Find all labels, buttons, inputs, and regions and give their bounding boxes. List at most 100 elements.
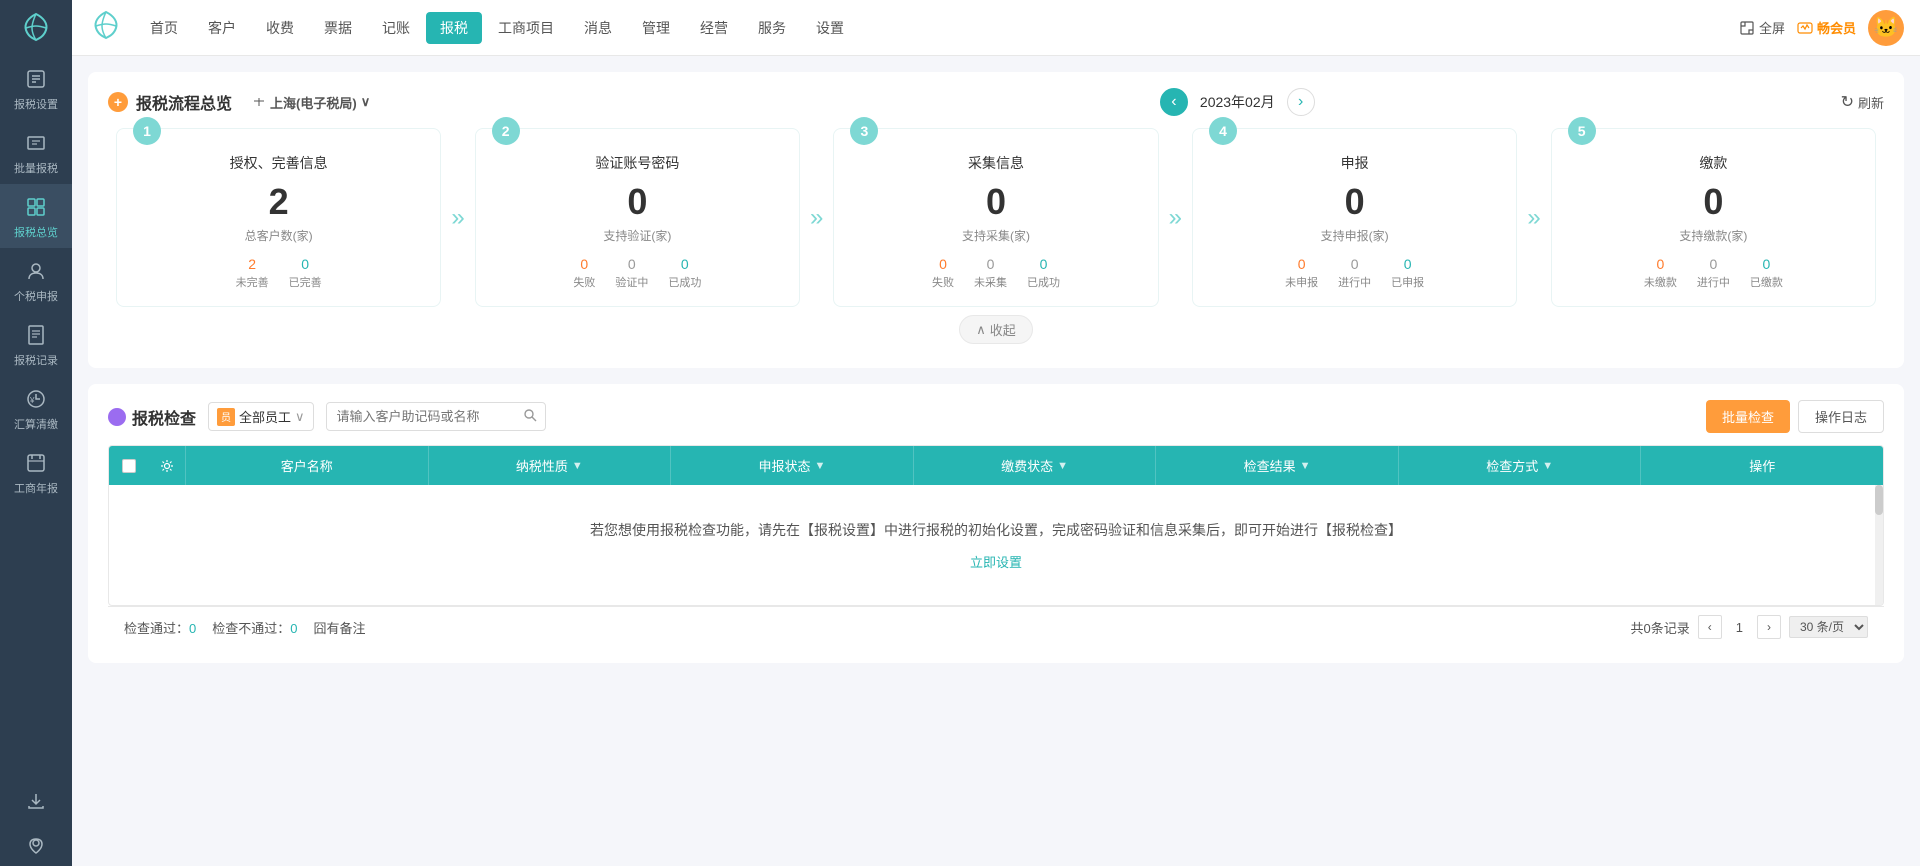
nav-item-message[interactable]: 消息 [570,12,626,44]
step-stats-5: 0 未缴款 0 进行中 0 已缴款 [1568,256,1859,290]
batch-check-button[interactable]: 批量检查 [1706,400,1790,433]
stat-label-1-1: 已完善 [289,274,322,290]
check-header: 报税检查 员 全部员工 ∨ 批量检 [108,400,1884,433]
step-card-2: 2 验证账号密码 0 支持验证(家) 0 失败 0 验证中 [475,128,800,307]
pass-count-label: 检查通过：0 [124,618,196,637]
fullscreen-label: 全屏 [1759,18,1785,37]
check-title-group: 报税检查 [108,405,196,429]
step-num-3: 3 [850,117,878,145]
stat-label-2-2: 已成功 [668,274,701,290]
search-button[interactable] [515,403,545,430]
sidebar-label-batch-tax: 批量报税 [14,160,58,176]
step-card-3: 3 采集信息 0 支持采集(家) 0 失败 0 未采集 [833,128,1158,307]
header-customer-name: 客户名称 [185,446,428,485]
location-tag[interactable]: 上海(电子税局) ∨ [252,93,370,112]
note-label: 囧有备注 [314,618,366,637]
search-input[interactable] [327,404,515,429]
operation-log-button[interactable]: 操作日志 [1798,400,1884,433]
step-stats-4: 0 未申报 0 进行中 0 已申报 [1209,256,1500,290]
table-header: 客户名称 纳税性质 ▼ 申报状态 ▼ 缴费状态 ▼ 检查 [109,446,1883,485]
sidebar-label-annual-settlement: 汇算清缴 [14,416,58,432]
filter-icon-declare: ▼ [815,460,826,472]
nav-item-fee[interactable]: 收费 [252,12,308,44]
sidebar-item-annual-report[interactable]: 工商年报 [0,440,72,504]
prev-page-button[interactable]: ‹ [1698,615,1722,639]
sidebar-label-individual-tax: 个税申报 [14,288,58,304]
staff-selector[interactable]: 员 全部员工 ∨ [208,402,314,431]
sidebar-item-download[interactable] [23,778,49,822]
content-area: + 报税流程总览 上海(电子税局) ∨ ‹ 2023年02月 [72,56,1920,866]
step-num-5: 5 [1568,117,1596,145]
step-stat-3-2: 0 已成功 [1027,256,1060,290]
filter-icon-tax-type: ▼ [572,460,583,472]
nav-item-tax[interactable]: 报税 [426,12,482,44]
total-records: 共0条记录 [1631,618,1690,637]
collapse-label: 收起 [990,320,1016,339]
fail-count-label: 检查不通过：0 [212,618,297,637]
step-card-4: 4 申报 0 支持申报(家) 0 未申报 0 进行中 [1192,128,1517,307]
sidebar-item-tax-settings[interactable]: 报税设置 [0,56,72,120]
stat-label-2-0: 失败 [573,274,595,290]
sidebar-label-annual-report: 工商年报 [14,480,58,496]
header-tax-type[interactable]: 纳税性质 ▼ [428,446,671,485]
sidebar-item-individual-tax[interactable]: 个税申报 [0,248,72,312]
sidebar-item-tax-record[interactable]: 报税记录 [0,312,72,376]
nav-item-customer[interactable]: 客户 [194,12,250,44]
tax-check-table: 客户名称 纳税性质 ▼ 申报状态 ▼ 缴费状态 ▼ 检查 [108,445,1884,606]
per-page-select[interactable]: 30 条/页 [1789,616,1868,638]
step-stat-5-2: 0 已缴款 [1750,256,1783,290]
user-avatar[interactable]: 🐱 [1868,10,1904,46]
prev-month-button[interactable]: ‹ [1160,88,1188,116]
nav-item-service[interactable]: 服务 [744,12,800,44]
tax-overview-icon [23,194,49,220]
sidebar-item-location[interactable] [23,822,49,866]
stat-label-2-1: 验证中 [615,274,648,290]
pass-count-link[interactable]: 0 [189,621,196,636]
stat-num-4-1: 0 [1351,256,1359,272]
steps-container: 1 授权、完善信息 2 总客户数(家) 2 未完善 0 已完善 [108,128,1884,307]
nav-item-operation[interactable]: 经营 [686,12,742,44]
step-title-2: 验证账号密码 [492,153,783,173]
header-declare-status[interactable]: 申报状态 ▼ [670,446,913,485]
table-body: 若您想使用报税检查功能，请先在【报税设置】中进行报税的初始化设置，完成密码验证和… [109,485,1883,605]
overview-header: + 报税流程总览 上海(电子税局) ∨ ‹ 2023年02月 [108,88,1884,116]
sidebar-label-tax-settings: 报税设置 [14,96,58,112]
setup-link[interactable]: 立即设置 [970,552,1022,571]
nav-item-settings[interactable]: 设置 [802,12,858,44]
nav-item-bookkeeping[interactable]: 记账 [368,12,424,44]
scroll-bar[interactable] [1875,485,1883,605]
stat-label-4-2: 已申报 [1391,274,1424,290]
nav-item-home[interactable]: 首页 [136,12,192,44]
step-title-1: 授权、完善信息 [133,153,424,173]
collapse-button[interactable]: ∧ 收起 [959,315,1033,344]
sidebar-item-annual-settlement[interactable]: ¥ 汇算清缴 [0,376,72,440]
sidebar-item-batch-tax[interactable]: 批量报税 [0,120,72,184]
annual-report-icon [23,450,49,476]
vip-button[interactable]: 畅会员 [1797,18,1856,37]
nav-item-business[interactable]: 工商项目 [484,12,568,44]
overview-title-text: 报税流程总览 [136,90,232,114]
fail-count-link[interactable]: 0 [290,621,297,636]
staff-chevron: ∨ [295,409,305,425]
nav-item-management[interactable]: 管理 [628,12,684,44]
next-month-button[interactable]: › [1287,88,1315,116]
sidebar-item-tax-overview[interactable]: 报税总览 [0,184,72,248]
batch-tax-icon [23,130,49,156]
header-gear[interactable] [149,446,185,485]
nav-item-invoice[interactable]: 票据 [310,12,366,44]
refresh-button[interactable]: ↻ 刷新 [1841,92,1884,112]
nav-logo [88,8,128,48]
fullscreen-button[interactable]: 全屏 [1739,18,1785,37]
stat-num-4-2: 0 [1404,256,1412,272]
step-stats-1: 2 未完善 0 已完善 [133,256,424,290]
step-subtitle-4: 支持申报(家) [1209,227,1500,244]
header-checkbox[interactable] [109,446,149,485]
header-check-result[interactable]: 检查结果 ▼ [1155,446,1398,485]
header-pay-status[interactable]: 缴费状态 ▼ [913,446,1156,485]
header-check-method[interactable]: 检查方式 ▼ [1398,446,1641,485]
next-page-button[interactable]: › [1757,615,1781,639]
step-arrow-1: » [449,204,466,232]
nav-menu: 首页 客户 收费 票据 记账 报税 工商项目 消息 管理 经营 服务 设置 [136,12,1739,44]
stat-label-4-0: 未申报 [1285,274,1318,290]
step-card-5: 5 缴款 0 支持缴款(家) 0 未缴款 0 进行中 [1551,128,1876,307]
